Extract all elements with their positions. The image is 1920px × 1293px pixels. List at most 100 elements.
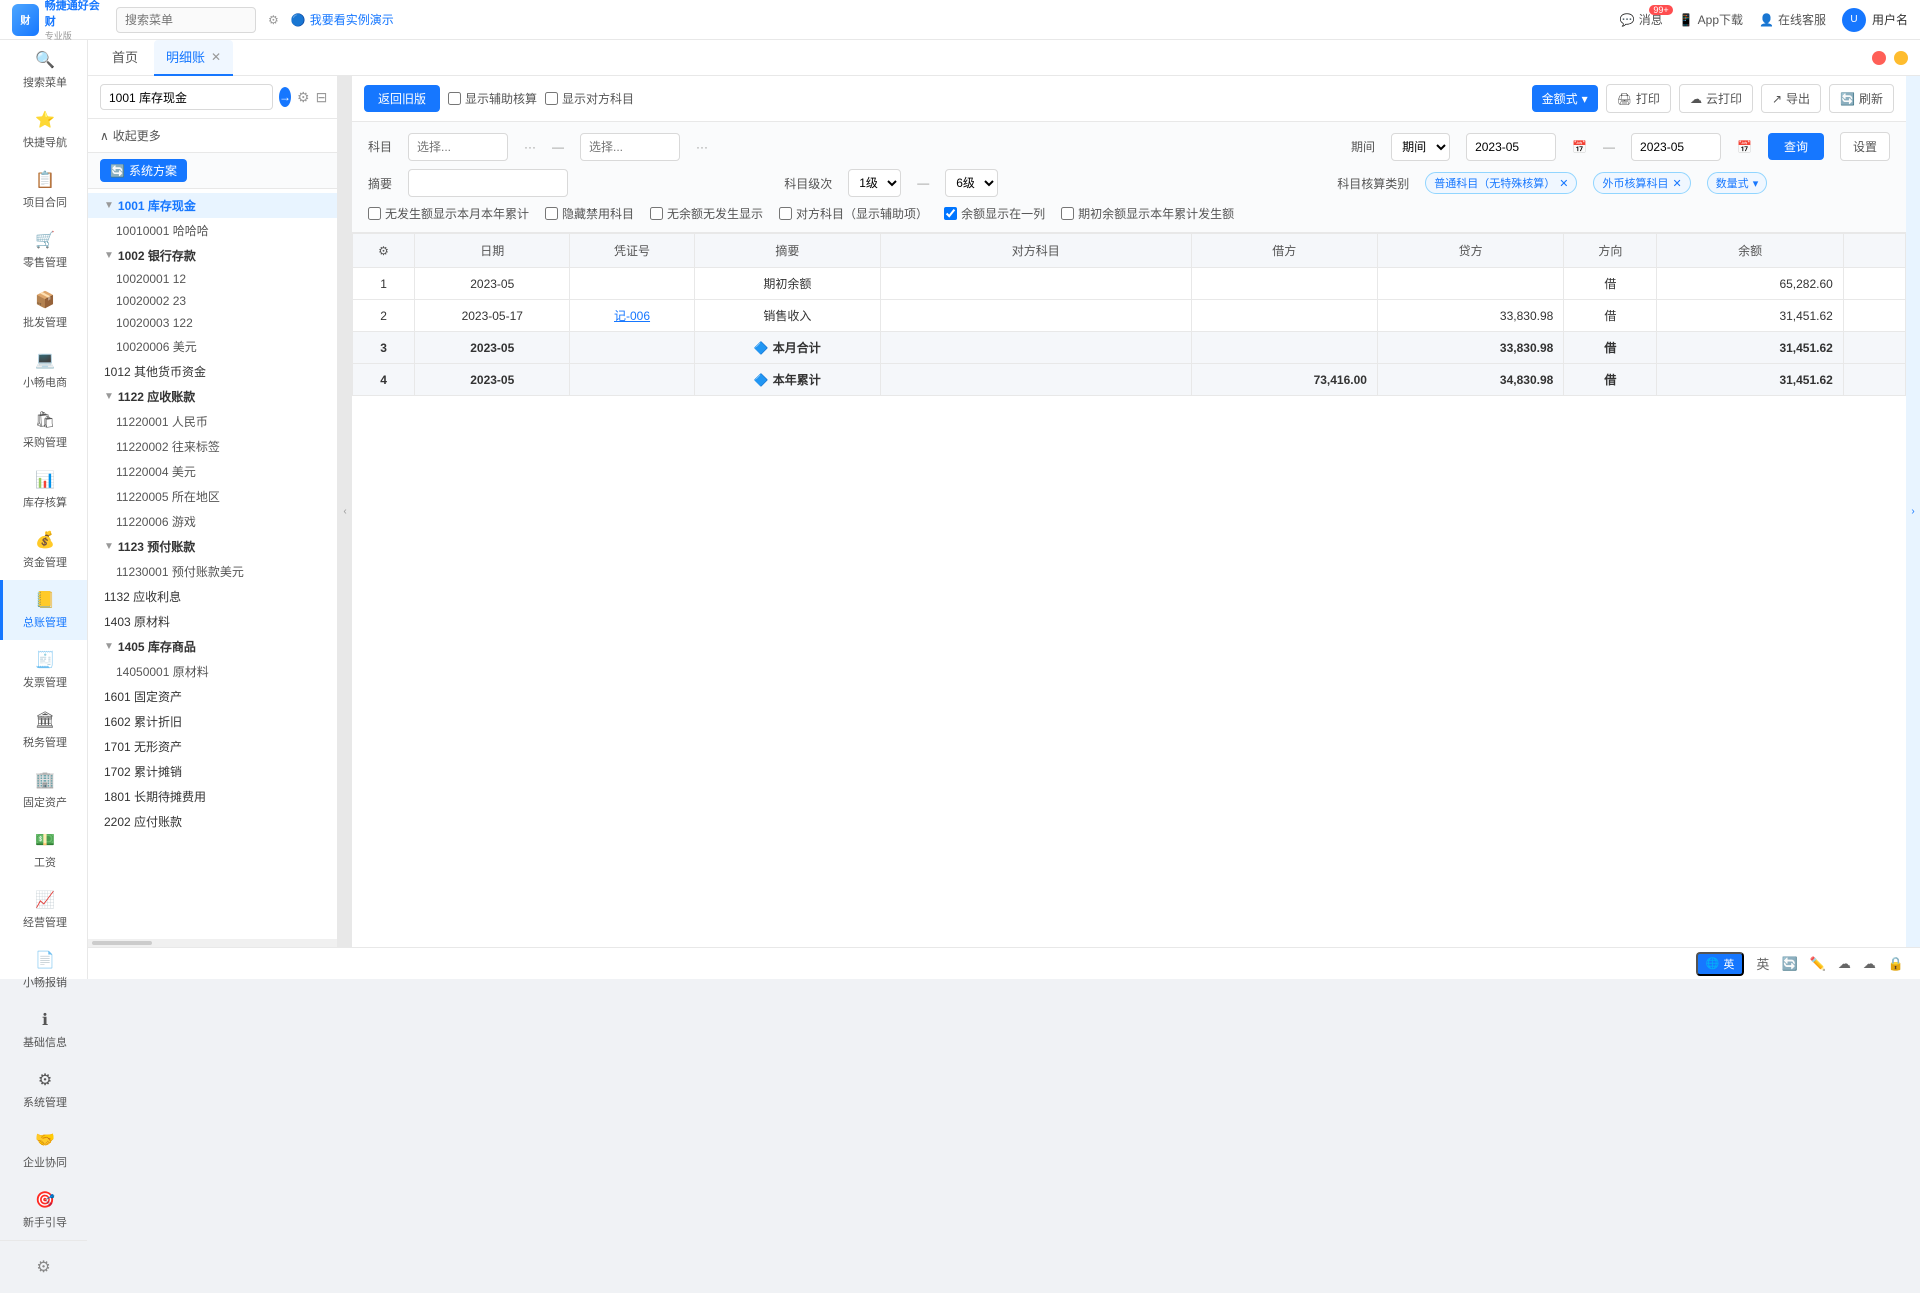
tree-item-1012[interactable]: 1012 其他货币资金 bbox=[88, 359, 337, 384]
tab-home[interactable]: 首页 bbox=[100, 40, 150, 76]
msg-button[interactable]: 💬 消息 99+ bbox=[1620, 11, 1663, 28]
tree-item-1132[interactable]: 1132 应收利息 bbox=[88, 584, 337, 609]
balance-in-column-check[interactable] bbox=[944, 207, 957, 220]
bottom-icon-lock[interactable]: 🔒 bbox=[1888, 956, 1904, 972]
bottom-icon-cloud1[interactable]: ☁ bbox=[1838, 956, 1851, 972]
tree-item-10020006[interactable]: 10020006 美元 bbox=[88, 334, 337, 359]
sidebar-item-retail[interactable]: 🛒 零售管理 bbox=[0, 220, 87, 280]
tree-item-1601[interactable]: 1601 固定资产 bbox=[88, 684, 337, 709]
level-start-select[interactable]: 1级 bbox=[848, 169, 901, 197]
period-end-input[interactable] bbox=[1631, 133, 1721, 161]
no-balance-checkbox[interactable]: 无余额无发生显示 bbox=[650, 205, 763, 222]
tree-item-14050001[interactable]: 14050001 原材料 bbox=[88, 659, 337, 684]
tab-close-icon[interactable]: ✕ bbox=[211, 50, 221, 64]
expand-tree-icon[interactable]: ⊟ bbox=[316, 89, 328, 106]
tree-item-11220001[interactable]: 11220001 人民币 bbox=[88, 409, 337, 434]
sidebar-item-inventory[interactable]: 📊 库存核算 bbox=[0, 460, 87, 520]
tag-quantity[interactable]: 数量式 ▾ bbox=[1707, 172, 1768, 194]
sidebar-item-system[interactable]: ⚙ 系统管理 bbox=[0, 1060, 87, 1120]
sidebar-item-finance[interactable]: 💰 资金管理 bbox=[0, 520, 87, 580]
tree-item-1602[interactable]: 1602 累计折旧 bbox=[88, 709, 337, 734]
tree-item-10020002[interactable]: 10020002 23 bbox=[88, 290, 337, 312]
tree-item-1702[interactable]: 1702 累计摊销 bbox=[88, 759, 337, 784]
show-ytd-checkbox[interactable]: 期初余额显示本年累计发生额 bbox=[1061, 205, 1234, 222]
tree-item-11230001[interactable]: 11230001 预付账款美元 bbox=[88, 559, 337, 584]
hide-disabled-check[interactable] bbox=[545, 207, 558, 220]
tree-item-1002[interactable]: ▼ 1002 银行存款 bbox=[88, 243, 337, 268]
tree-item-1405[interactable]: ▼ 1405 库存商品 bbox=[88, 634, 337, 659]
sidebar-item-purchase[interactable]: 🛍 采购管理 bbox=[0, 400, 87, 460]
tree-item-11220002[interactable]: 11220002 往来标签 bbox=[88, 434, 337, 459]
show-aux-check[interactable] bbox=[448, 92, 461, 105]
no-balance-check[interactable] bbox=[650, 207, 663, 220]
period-type-select[interactable]: 期间 bbox=[1391, 133, 1450, 161]
tag-foreign-currency[interactable]: 外币核算科目 ✕ bbox=[1593, 172, 1690, 194]
calendar-icon-start[interactable]: 📅 bbox=[1572, 140, 1587, 154]
tag-close-icon[interactable]: ✕ bbox=[1559, 177, 1568, 190]
window-close-button[interactable] bbox=[1872, 51, 1886, 65]
query-button[interactable]: 查询 bbox=[1768, 133, 1824, 160]
tree-item-1403[interactable]: 1403 原材料 bbox=[88, 609, 337, 634]
show-opposite-aux-check[interactable] bbox=[779, 207, 792, 220]
expand-more-btn[interactable]: ∧ 收起更多 bbox=[100, 127, 161, 144]
sidebar-item-fixed-assets[interactable]: 🏢 固定资产 bbox=[0, 760, 87, 820]
account-start-input[interactable] bbox=[408, 133, 508, 161]
tree-item-11220006[interactable]: 11220006 游戏 bbox=[88, 509, 337, 534]
col-settings-icon[interactable]: ⚙ bbox=[353, 234, 415, 268]
show-ytd-check[interactable] bbox=[1061, 207, 1074, 220]
return-old-button[interactable]: 返回旧版 bbox=[364, 85, 440, 112]
summary-input[interactable] bbox=[408, 169, 568, 197]
tag-normal-account[interactable]: 普通科目（无特殊核算） ✕ bbox=[1425, 172, 1577, 194]
tree-item-2202[interactable]: 2202 应付账款 bbox=[88, 809, 337, 834]
bottom-icon-edit[interactable]: ✏️ bbox=[1810, 956, 1826, 972]
hide-disabled-checkbox[interactable]: 隐藏禁用科目 bbox=[545, 205, 634, 222]
amount-mode-button[interactable]: 金额式 ▾ bbox=[1532, 85, 1598, 112]
refresh-button[interactable]: 🔄 刷新 bbox=[1829, 84, 1894, 113]
cloud-print-button[interactable]: ☁ 云打印 bbox=[1679, 84, 1753, 113]
tab-ledger[interactable]: 明细账 ✕ bbox=[154, 40, 233, 76]
show-opposite-checkbox[interactable]: 显示对方科目 bbox=[545, 90, 634, 107]
sidebar-item-general-ledger[interactable]: 📒 总账管理 bbox=[0, 580, 87, 640]
sidebar-item-invoice[interactable]: 🧾 发票管理 bbox=[0, 640, 87, 700]
tree-item-1801[interactable]: 1801 长期待摊费用 bbox=[88, 784, 337, 809]
collapse-side-right[interactable]: › bbox=[1906, 76, 1920, 947]
row-2-voucher[interactable]: 记-006 bbox=[570, 300, 694, 332]
tag-close-icon-2[interactable]: ✕ bbox=[1672, 177, 1681, 190]
online-service-button[interactable]: 👤 在线客服 bbox=[1759, 11, 1826, 28]
horizontal-scrollbar[interactable] bbox=[88, 939, 337, 947]
tree-item-1123[interactable]: ▼ 1123 预付账款 bbox=[88, 534, 337, 559]
no-activity-check[interactable] bbox=[368, 207, 381, 220]
account-end-input[interactable] bbox=[580, 133, 680, 161]
language-button[interactable]: 🌐 英 bbox=[1696, 952, 1745, 976]
sidebar-item-payroll[interactable]: 💵 工资 bbox=[0, 820, 87, 880]
search-input[interactable] bbox=[116, 7, 256, 33]
calendar-icon-end[interactable]: 📅 bbox=[1737, 140, 1752, 154]
sidebar-item-project-contract[interactable]: 📋 项目合同 bbox=[0, 160, 87, 220]
account-nav-button[interactable]: → bbox=[279, 87, 291, 107]
balance-in-column-checkbox[interactable]: 余额显示在一列 bbox=[944, 205, 1045, 222]
sidebar-item-basic-info[interactable]: ℹ 基础信息 bbox=[0, 1000, 87, 1060]
settings-button[interactable]: 设置 bbox=[1840, 132, 1890, 161]
sidebar-item-enterprise[interactable]: 🤝 企业协同 bbox=[0, 1120, 87, 1180]
tree-item-10010001[interactable]: 10010001 哈哈哈 bbox=[88, 218, 337, 243]
tree-item-1122[interactable]: ▼ 1122 应收账款 bbox=[88, 384, 337, 409]
tree-item-10020003[interactable]: 10020003 122 bbox=[88, 312, 337, 334]
window-maximize-button[interactable] bbox=[1894, 51, 1908, 65]
show-opposite-aux-checkbox[interactable]: 对方科目（显示辅助项） bbox=[779, 205, 928, 222]
sidebar-item-operations[interactable]: 📈 经营管理 bbox=[0, 880, 87, 940]
sidebar-item-ecommerce[interactable]: 💻 小畅电商 bbox=[0, 340, 87, 400]
collapse-side-button[interactable]: ‹ bbox=[338, 76, 352, 947]
demo-link[interactable]: 🔵 我要看实例演示 bbox=[291, 11, 394, 28]
tree-item-11220005[interactable]: 11220005 所在地区 bbox=[88, 484, 337, 509]
app-download-button[interactable]: 📱 App下载 bbox=[1679, 11, 1743, 28]
level-end-select[interactable]: 6级 bbox=[945, 169, 998, 197]
bottom-icon-cloud2[interactable]: ☁ bbox=[1863, 956, 1876, 972]
tag-close-icon-3[interactable]: ▾ bbox=[1753, 177, 1759, 190]
user-area[interactable]: U 用户名 bbox=[1842, 8, 1908, 32]
show-aux-checkbox[interactable]: 显示辅助核算 bbox=[448, 90, 537, 107]
sidebar-item-quick-nav[interactable]: ⭐ 快捷导航 bbox=[0, 100, 87, 160]
print-button[interactable]: 🖨 打印 bbox=[1606, 84, 1671, 113]
bottom-icon-en[interactable]: 英 bbox=[1756, 954, 1769, 973]
gear-button[interactable]: ⚙ bbox=[28, 1251, 60, 1283]
sidebar-item-xiaochang-sales[interactable]: 📄 小畅报销 bbox=[0, 940, 87, 1000]
